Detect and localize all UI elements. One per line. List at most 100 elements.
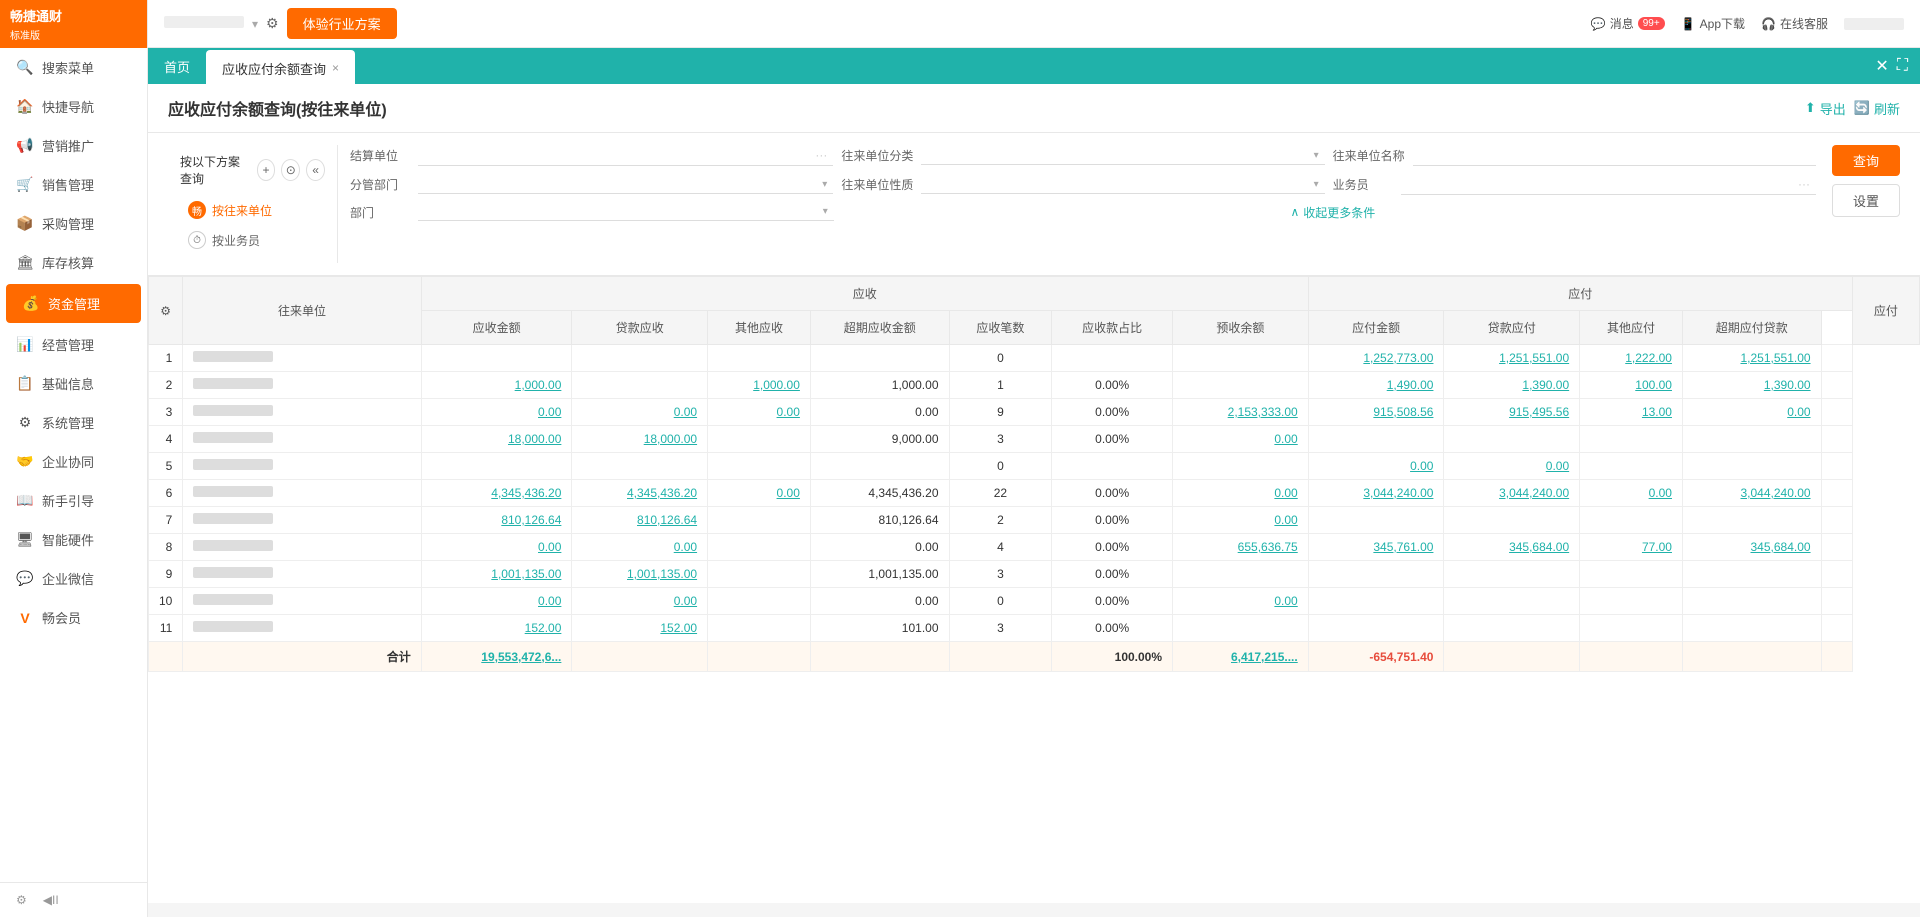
collapse-scheme-btn[interactable]: « [306,159,325,181]
row-other-rec-2[interactable]: 1,000.00 [708,372,811,399]
partner-category-select[interactable]: ▾ [921,147,1324,165]
partner-nature-select[interactable]: ▾ [921,176,1324,194]
query-button[interactable]: 查询 [1832,145,1900,176]
settlement-unit-input[interactable]: ··· [418,145,833,166]
row-other-pay-3[interactable]: 13.00 [1580,399,1683,426]
promo-button[interactable]: 体验行业方案 [287,8,397,39]
row-loan-rec-7[interactable]: 810,126.64 [572,507,708,534]
row-pay-amount-8[interactable]: 345,761.00 [1308,534,1444,561]
row-rec-amount-7[interactable]: 810,126.64 [421,507,572,534]
row-loan-pay-1[interactable]: 1,251,551.00 [1444,345,1580,372]
row-rec-amount-3[interactable]: 0.00 [421,399,572,426]
row-rec-amount-6[interactable]: 4,345,436.20 [421,480,572,507]
row-other-pay-6[interactable]: 0.00 [1580,480,1683,507]
row-rec-amount-11[interactable]: 152.00 [421,615,572,642]
row-loan-rec-8[interactable]: 0.00 [572,534,708,561]
row-overdue-pay-3[interactable]: 0.00 [1682,399,1821,426]
sidebar-item-operations[interactable]: 📊 经营管理 [0,325,147,364]
sidebar-item-purchase[interactable]: 📦 采购管理 [0,204,147,243]
filter-row-3: 部门 ▾ ∧ 收起更多条件 [350,203,1816,221]
row-overdue-pay-8[interactable]: 345,684.00 [1682,534,1821,561]
collapse-more-btn[interactable]: ∧ 收起更多条件 [1290,204,1375,221]
row-advance-bal-3[interactable]: 2,153,333.00 [1173,399,1309,426]
row-advance-bal-7[interactable]: 0.00 [1173,507,1309,534]
row-partner-8 [183,534,421,561]
topbar-gear-btn[interactable]: ⚙ [266,15,279,32]
row-loan-pay-8[interactable]: 345,684.00 [1444,534,1580,561]
settings-button[interactable]: 设置 [1832,184,1900,217]
edit-scheme-btn[interactable]: ⊙ [281,159,300,181]
sidebar-item-guide[interactable]: 📖 新手引导 [0,481,147,520]
sidebar-item-collab[interactable]: 🤝 企业协同 [0,442,147,481]
row-loan-rec-9[interactable]: 1,001,135.00 [572,561,708,588]
row-loan-rec-3[interactable]: 0.00 [572,399,708,426]
row-loan-rec-11[interactable]: 152.00 [572,615,708,642]
row-loan-rec-4[interactable]: 18,000.00 [572,426,708,453]
export-btn[interactable]: ⬆ 导出 [1805,99,1846,118]
sidebar-item-sales[interactable]: 🛒 销售管理 [0,165,147,204]
row-other-pay-8[interactable]: 77.00 [1580,534,1683,561]
row-advance-bal-8[interactable]: 655,636.75 [1173,534,1309,561]
th-settings[interactable]: ⚙ [149,277,183,345]
row-pay-amount-2[interactable]: 1,490.00 [1308,372,1444,399]
topbar-dropdown-btn[interactable]: ▾ [252,17,258,31]
row-loan-pay-3[interactable]: 915,495.56 [1444,399,1580,426]
data-table-container[interactable]: ⚙ 往来单位 应收 应付 应付 应收金额 贷款应收 其他应收 超期应收金额 应收… [148,276,1920,903]
row-other-rec-6[interactable]: 0.00 [708,480,811,507]
sidebar-item-basic-info[interactable]: 📋 基础信息 [0,364,147,403]
row-rec-amount-2[interactable]: 1,000.00 [421,372,572,399]
tab-receivable-query[interactable]: 应收应付余额查询 × [206,50,355,86]
row-rec-amount-10[interactable]: 0.00 [421,588,572,615]
salesperson-input[interactable]: ··· [1401,174,1816,195]
row-advance-bal-10[interactable]: 0.00 [1173,588,1309,615]
row-pay-amount-3[interactable]: 915,508.56 [1308,399,1444,426]
tab-close-btn[interactable]: × [332,61,339,75]
row-loan-pay-5[interactable]: 0.00 [1444,453,1580,480]
row-advance-bal-6[interactable]: 0.00 [1173,480,1309,507]
sidebar-item-system[interactable]: ⚙ 系统管理 [0,403,147,442]
user-avatar[interactable] [1844,18,1904,30]
sidebar-item-marketing[interactable]: 📢 营销推广 [0,126,147,165]
sidebar-item-hardware[interactable]: 🖥 智能硬件 [0,520,147,559]
sidebar-item-search[interactable]: 🔍 搜索菜单 [0,48,147,87]
row-other-pay-1[interactable]: 1,222.00 [1580,345,1683,372]
app-download-btn[interactable]: 📱 App下载 [1681,15,1745,32]
sidebar-collapse-btn[interactable]: ◀II [43,893,59,907]
row-overdue-pay-6[interactable]: 3,044,240.00 [1682,480,1821,507]
row-advance-bal-4[interactable]: 0.00 [1173,426,1309,453]
sidebar-item-wechat[interactable]: 💬 企业微信 [0,559,147,598]
partner-name-input[interactable] [1413,145,1816,166]
row-pay-amount-5[interactable]: 0.00 [1308,453,1444,480]
row-loan-pay-6[interactable]: 3,044,240.00 [1444,480,1580,507]
window-expand-btn[interactable]: ⛶ [1897,57,1908,75]
row-rec-amount-9[interactable]: 1,001,135.00 [421,561,572,588]
filter-by-salesperson[interactable]: ⏱ 按业务员 [180,225,325,255]
row-overdue-pay-2[interactable]: 1,390.00 [1682,372,1821,399]
refresh-btn[interactable]: 🔄 刷新 [1854,99,1900,118]
row-pay-amount-6[interactable]: 3,044,240.00 [1308,480,1444,507]
sidebar-item-member[interactable]: V 畅会员 [0,598,147,637]
service-btn[interactable]: 🎧 在线客服 [1761,15,1828,32]
row-loan-pay-2[interactable]: 1,390.00 [1444,372,1580,399]
row-rec-amount-4[interactable]: 18,000.00 [421,426,572,453]
window-close-btn[interactable]: ✕ [1875,56,1888,76]
department-select[interactable]: ▾ [418,203,834,221]
dept-select[interactable]: ▾ [418,176,833,194]
row-other-rec-3[interactable]: 0.00 [708,399,811,426]
footer-advance-bal[interactable]: 6,417,215.... [1173,642,1309,672]
sidebar-item-inventory[interactable]: 🏛 库存核算 [0,243,147,282]
sidebar-item-finance[interactable]: 💰 资金管理 [6,284,141,323]
row-pay-amount-1[interactable]: 1,252,773.00 [1308,345,1444,372]
footer-rec-amount[interactable]: 19,553,472,6... [421,642,572,672]
tab-home[interactable]: 首页 [148,48,206,84]
row-other-pay-2[interactable]: 100.00 [1580,372,1683,399]
row-rec-amount-8[interactable]: 0.00 [421,534,572,561]
row-loan-rec-10[interactable]: 0.00 [572,588,708,615]
sidebar-settings-btn[interactable]: ⚙ [16,893,27,907]
sidebar-item-nav[interactable]: 🏠 快捷导航 [0,87,147,126]
add-scheme-btn[interactable]: + [257,159,276,181]
row-loan-rec-6[interactable]: 4,345,436.20 [572,480,708,507]
row-overdue-pay-1[interactable]: 1,251,551.00 [1682,345,1821,372]
filter-by-partner[interactable]: 畅 按往来单位 [180,195,325,225]
message-btn[interactable]: 💬 消息 99+ [1591,15,1665,32]
